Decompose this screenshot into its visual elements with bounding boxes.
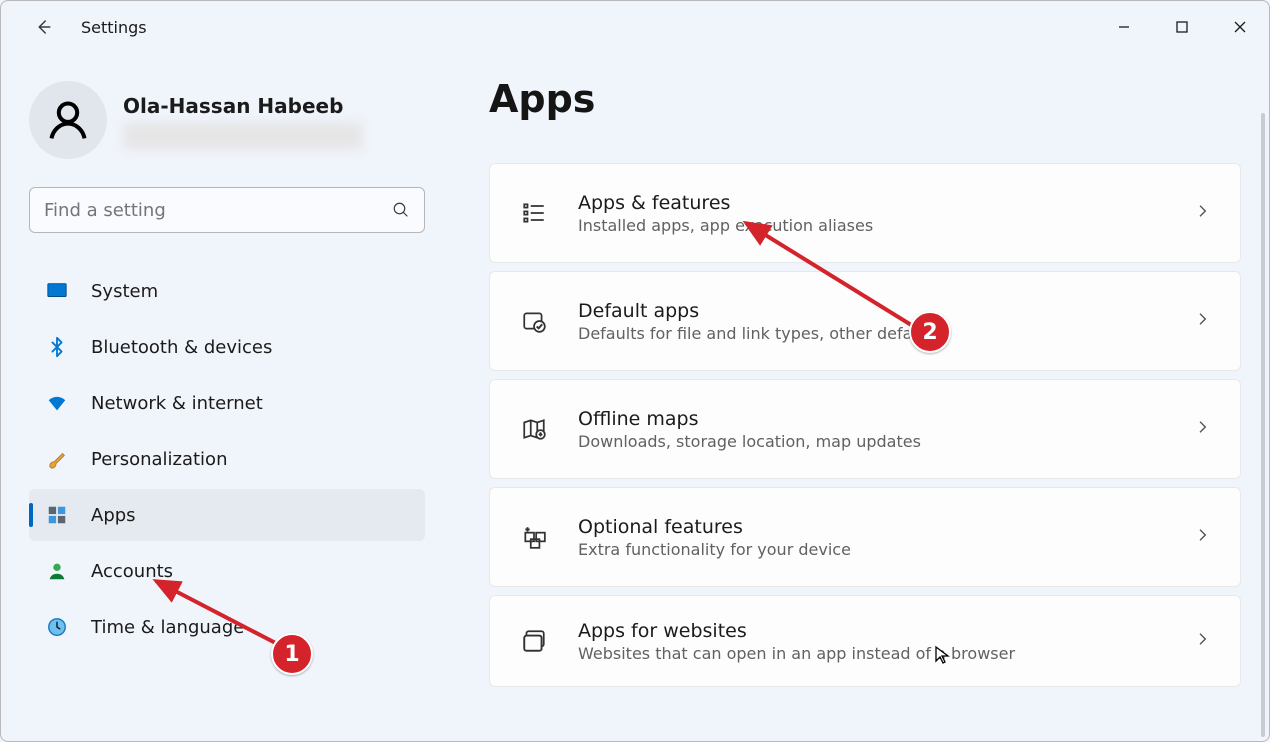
card-subtitle: Extra functionality for your device — [578, 540, 1194, 559]
window-controls — [1095, 7, 1269, 47]
card-optional-features[interactable]: Optional features Extra functionality fo… — [489, 487, 1241, 587]
back-button[interactable] — [29, 13, 57, 41]
sidebar-item-label: Accounts — [91, 561, 173, 582]
chevron-right-icon — [1194, 419, 1210, 439]
sidebar-item-apps[interactable]: Apps — [29, 489, 425, 541]
sidebar-item-label: Bluetooth & devices — [91, 337, 272, 358]
card-offline-maps[interactable]: Offline maps Downloads, storage location… — [489, 379, 1241, 479]
nav-list: System Bluetooth & devices Network & int… — [29, 265, 425, 653]
chevron-right-icon — [1194, 203, 1210, 223]
system-icon — [45, 279, 69, 303]
content-area: Apps Apps & features Installed apps, app… — [441, 53, 1269, 741]
card-title: Optional features — [578, 516, 1194, 538]
card-apps-for-websites[interactable]: Apps for websites Websites that can open… — [489, 595, 1241, 687]
default-icon — [520, 307, 548, 335]
sidebar: Ola-Hassan Habeeb System Bluetooth & dev… — [1, 53, 441, 741]
card-title: Apps & features — [578, 192, 1194, 214]
wifi-icon — [45, 391, 69, 415]
scrollbar[interactable] — [1261, 113, 1265, 737]
arrow-left-icon — [34, 18, 52, 36]
sidebar-item-accounts[interactable]: Accounts — [29, 545, 425, 597]
chevron-right-icon — [1194, 527, 1210, 547]
card-default-apps[interactable]: Default apps Defaults for file and link … — [489, 271, 1241, 371]
sidebar-item-time[interactable]: Time & language — [29, 601, 425, 653]
sidebar-item-network[interactable]: Network & internet — [29, 377, 425, 429]
minimize-button[interactable] — [1095, 7, 1153, 47]
sidebar-item-label: Personalization — [91, 449, 227, 470]
card-apps-features[interactable]: Apps & features Installed apps, app exec… — [489, 163, 1241, 263]
accounts-icon — [45, 559, 69, 583]
sidebar-item-bluetooth[interactable]: Bluetooth & devices — [29, 321, 425, 373]
user-name: Ola-Hassan Habeeb — [123, 94, 425, 118]
sidebar-item-label: Apps — [91, 505, 136, 526]
search-box[interactable] — [29, 187, 425, 233]
optional-icon — [520, 523, 548, 551]
search-icon — [392, 201, 410, 219]
card-title: Default apps — [578, 300, 1194, 322]
paintbrush-icon — [45, 447, 69, 471]
avatar — [29, 81, 107, 159]
user-email-redacted — [123, 122, 363, 150]
person-icon — [46, 98, 90, 142]
card-list: Apps & features Installed apps, app exec… — [489, 163, 1241, 687]
card-subtitle: Websites that can open in an app instead… — [578, 644, 1194, 663]
window-icon — [520, 627, 548, 655]
search-input[interactable] — [44, 200, 392, 221]
chevron-right-icon — [1194, 311, 1210, 331]
sidebar-item-system[interactable]: System — [29, 265, 425, 317]
card-title: Offline maps — [578, 408, 1194, 430]
sidebar-item-label: System — [91, 281, 158, 302]
sidebar-item-label: Network & internet — [91, 393, 263, 414]
list-icon — [520, 199, 548, 227]
apps-icon — [45, 503, 69, 527]
chevron-right-icon — [1194, 631, 1210, 651]
user-profile[interactable]: Ola-Hassan Habeeb — [29, 81, 425, 159]
maximize-button[interactable] — [1153, 7, 1211, 47]
card-subtitle: Defaults for file and link types, other … — [578, 324, 1194, 343]
close-button[interactable] — [1211, 7, 1269, 47]
bluetooth-icon — [45, 335, 69, 359]
sidebar-item-label: Time & language — [91, 617, 244, 638]
sidebar-item-personalization[interactable]: Personalization — [29, 433, 425, 485]
app-title: Settings — [81, 18, 147, 37]
clock-icon — [45, 615, 69, 639]
card-subtitle: Downloads, storage location, map updates — [578, 432, 1194, 451]
titlebar: Settings — [1, 1, 1269, 53]
card-title: Apps for websites — [578, 620, 1194, 642]
user-text: Ola-Hassan Habeeb — [123, 90, 425, 150]
card-subtitle: Installed apps, app execution aliases — [578, 216, 1194, 235]
page-title: Apps — [489, 77, 1253, 121]
map-icon — [520, 415, 548, 443]
